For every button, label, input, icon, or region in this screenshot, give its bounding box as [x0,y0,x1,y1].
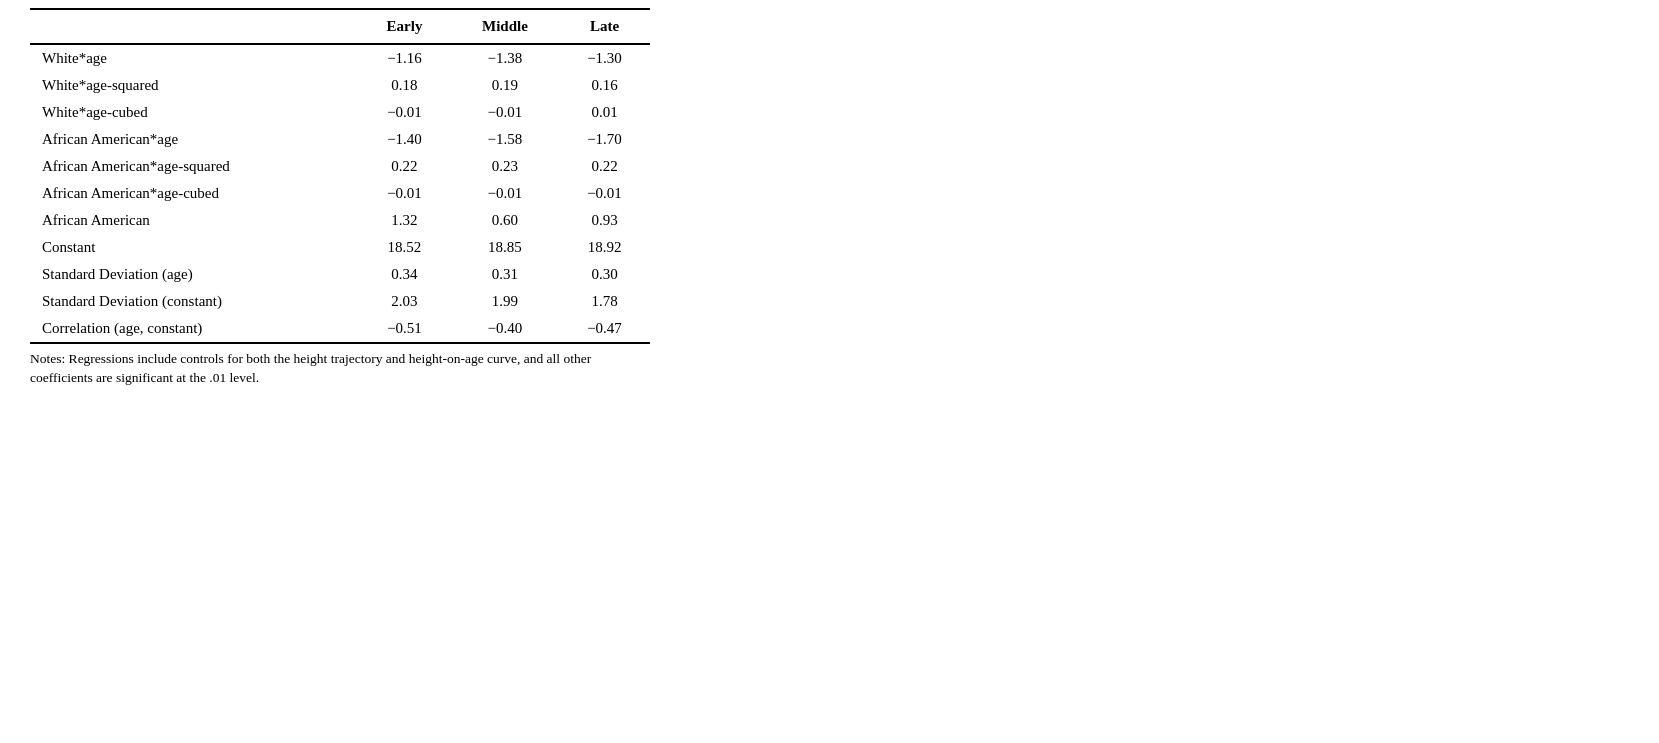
row-label: Standard Deviation (age) [30,261,358,288]
row-label: Constant [30,234,358,261]
table-row: African American1.320.600.93 [30,207,650,234]
row-early: 0.22 [358,153,451,180]
row-early: 18.52 [358,234,451,261]
row-middle: −0.01 [451,99,559,126]
row-middle: 1.99 [451,288,559,315]
row-middle: −1.58 [451,126,559,153]
row-label: African American*age-cubed [30,180,358,207]
table-footer [30,343,650,346]
row-label: Standard Deviation (constant) [30,288,358,315]
table-row: Standard Deviation (age)0.340.310.30 [30,261,650,288]
table-body: White*age−1.16−1.38−1.30White*age-square… [30,44,650,343]
row-middle: −1.38 [451,44,559,72]
row-early: 1.32 [358,207,451,234]
bottom-border-row [30,343,650,346]
row-early: 0.34 [358,261,451,288]
data-table: Early Middle Late White*age−1.16−1.38−1.… [30,8,650,346]
row-early: −1.16 [358,44,451,72]
row-middle: 0.31 [451,261,559,288]
row-early: −0.01 [358,99,451,126]
row-late: 0.93 [559,207,650,234]
row-middle: 0.60 [451,207,559,234]
table-row: White*age-cubed−0.01−0.010.01 [30,99,650,126]
row-middle: 0.23 [451,153,559,180]
row-late: 0.16 [559,72,650,99]
row-late: 0.30 [559,261,650,288]
table-row: White*age−1.16−1.38−1.30 [30,44,650,72]
row-middle: −0.40 [451,315,559,343]
col-header-middle: Middle [451,12,559,44]
table-note: Notes: Regressions include controls for … [30,350,650,388]
row-late: 0.01 [559,99,650,126]
table-row: Standard Deviation (constant)2.031.991.7… [30,288,650,315]
row-late: 0.22 [559,153,650,180]
row-late: 18.92 [559,234,650,261]
row-label: Correlation (age, constant) [30,315,358,343]
row-late: 1.78 [559,288,650,315]
row-early: −0.51 [358,315,451,343]
row-label: African American [30,207,358,234]
row-label: White*age-cubed [30,99,358,126]
row-middle: 18.85 [451,234,559,261]
row-late: −0.47 [559,315,650,343]
row-label: White*age-squared [30,72,358,99]
table-row: African American*age−1.40−1.58−1.70 [30,126,650,153]
table-row: White*age-squared0.180.190.16 [30,72,650,99]
table-row: Correlation (age, constant)−0.51−0.40−0.… [30,315,650,343]
row-early: 2.03 [358,288,451,315]
table-row: African American*age-squared0.220.230.22 [30,153,650,180]
page-container: Early Middle Late White*age−1.16−1.38−1.… [0,0,1659,743]
table-row: Constant18.5218.8518.92 [30,234,650,261]
row-middle: 0.19 [451,72,559,99]
table-wrapper: Early Middle Late White*age−1.16−1.38−1.… [30,8,650,388]
header-row: Early Middle Late [30,12,650,44]
row-middle: −0.01 [451,180,559,207]
col-header-early: Early [358,12,451,44]
row-label: White*age [30,44,358,72]
row-early: 0.18 [358,72,451,99]
row-label: African American*age-squared [30,153,358,180]
col-header-late: Late [559,12,650,44]
row-late: −1.70 [559,126,650,153]
row-late: −1.30 [559,44,650,72]
row-early: −0.01 [358,180,451,207]
col-header-label [30,12,358,44]
row-late: −0.01 [559,180,650,207]
row-early: −1.40 [358,126,451,153]
table-row: African American*age-cubed−0.01−0.01−0.0… [30,180,650,207]
row-label: African American*age [30,126,358,153]
